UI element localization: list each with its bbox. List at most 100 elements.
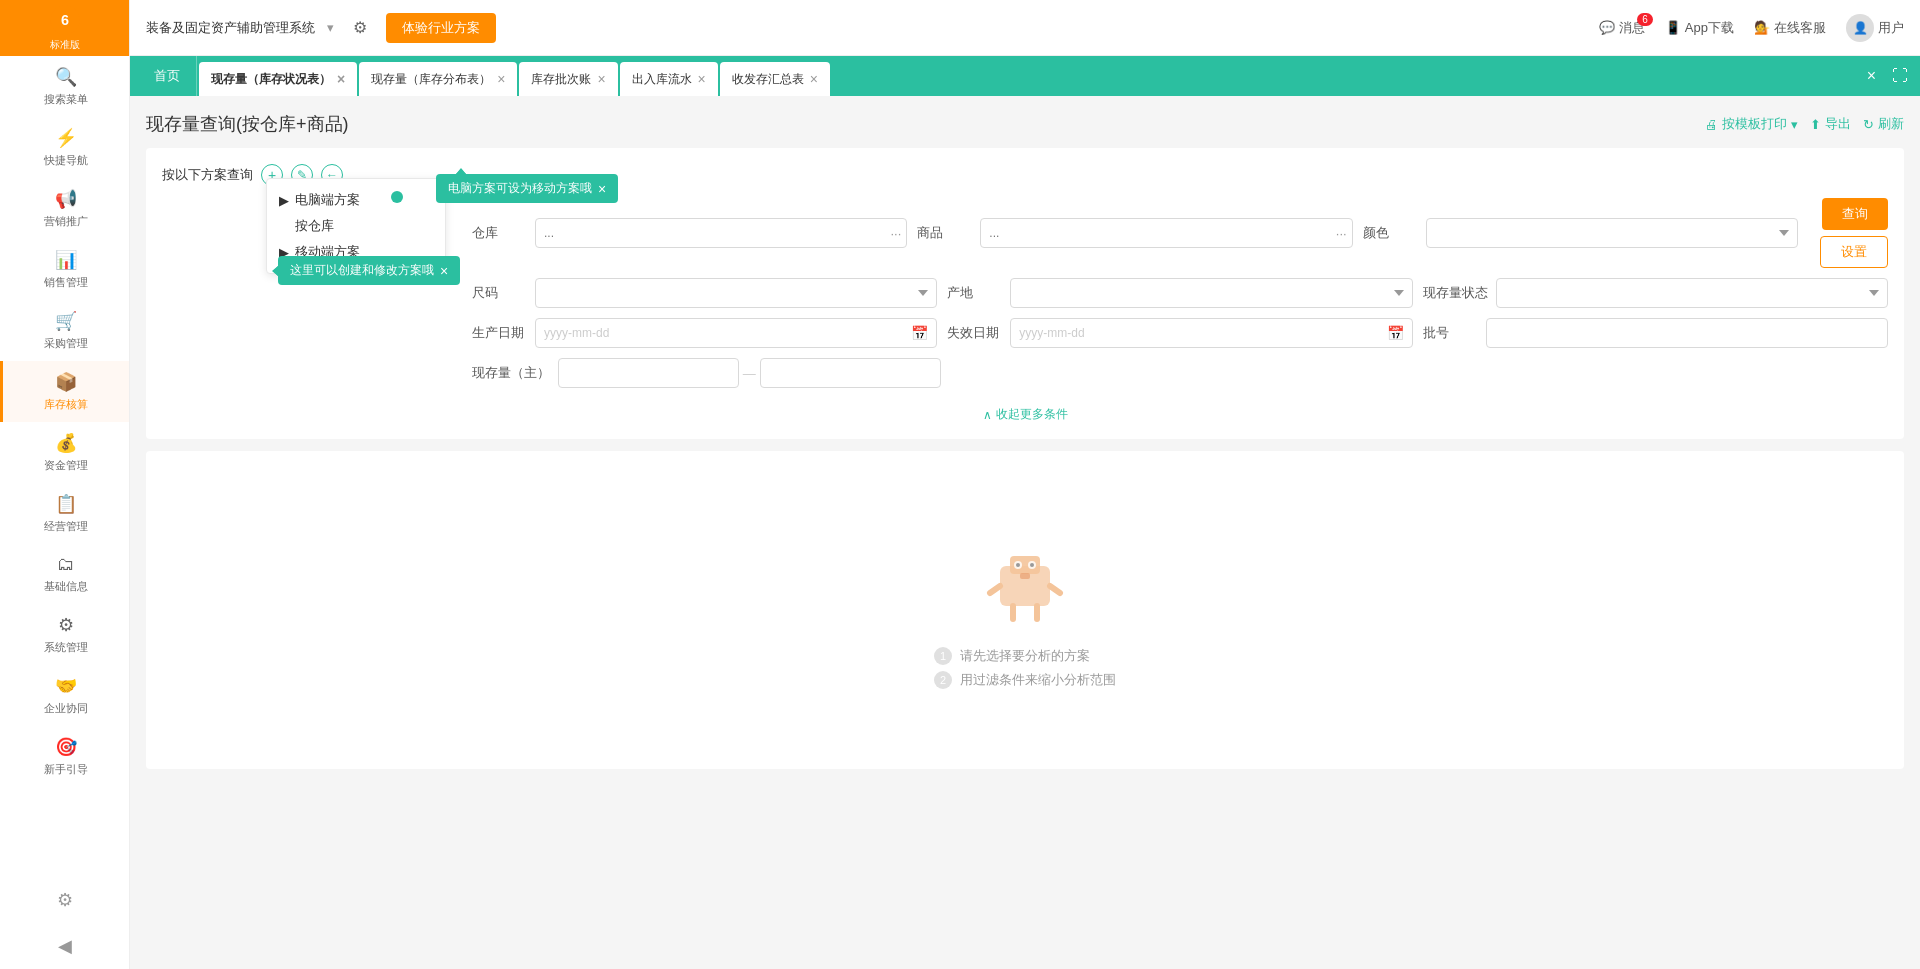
stock-qty-min[interactable] (558, 358, 739, 388)
sidebar-item-marketing[interactable]: 📢 营销推广 (0, 178, 129, 239)
filter-color: 颜色 (1363, 218, 1798, 248)
sidebar-label-search: 搜索菜单 (44, 92, 88, 107)
sidebar-item-system[interactable]: ⚙ 系统管理 (0, 604, 129, 665)
system-dropdown-icon[interactable]: ▾ (327, 20, 334, 35)
sidebar-item-basic[interactable]: 🗂 基础信息 (0, 544, 129, 604)
tab-close-1[interactable]: × (497, 72, 505, 86)
empty-tip-1: 1 请先选择要分析的方案 (934, 647, 1116, 665)
svg-line-9 (990, 586, 1000, 593)
system-icon: ⚙ (58, 614, 74, 636)
tab-close-2[interactable]: × (597, 72, 605, 86)
stock-status-select[interactable] (1496, 278, 1888, 308)
dot-connector (391, 191, 403, 203)
empty-tip-2: 2 用过滤条件来缩小分析范围 (934, 671, 1116, 689)
tab-label-2: 库存批次账 (531, 71, 591, 88)
tab-item-0[interactable]: 现存量（库存状况表） × (199, 62, 357, 96)
stock-qty-range: — (558, 358, 941, 388)
batch-label: 批号 (1423, 324, 1478, 342)
color-label: 颜色 (1363, 224, 1418, 242)
industry-solution-button[interactable]: 体验行业方案 (386, 13, 496, 43)
support-icon: 💁 (1754, 20, 1770, 35)
online-support-button[interactable]: 💁 在线客服 (1754, 19, 1826, 37)
search-icon: 🔍 (55, 66, 77, 88)
enterprise-icon: 🤝 (55, 675, 77, 697)
size-select[interactable] (535, 278, 937, 308)
filter-size: 尺码 (472, 278, 937, 308)
tooltip1-close-btn[interactable]: × (598, 182, 606, 196)
svg-line-10 (1050, 586, 1060, 593)
refresh-button[interactable]: ↻ 刷新 (1863, 115, 1904, 133)
export-button[interactable]: ⬆ 导出 (1810, 115, 1851, 133)
color-select[interactable] (1426, 218, 1798, 248)
sidebar-item-inventory[interactable]: 📦 库存核算 (0, 361, 129, 422)
logo-subtext: 标准版 (50, 38, 80, 52)
batch-input[interactable] (1486, 318, 1888, 348)
sidebar-item-enterprise[interactable]: 🤝 企业协同 (0, 665, 129, 726)
support-label: 在线客服 (1774, 19, 1826, 37)
sidebar: 6 标准版 🔍 搜索菜单 ⚡ 快捷导航 📢 营销推广 📊 销售管理 🛒 采购管理… (0, 0, 130, 969)
stock-qty-sep: — (743, 366, 756, 381)
prod-date-label: 生产日期 (472, 324, 527, 342)
tab-item-3[interactable]: 出入库流水 × (620, 62, 718, 96)
tab-close-all-icon[interactable]: × (1863, 63, 1880, 89)
sidebar-collapse-btn[interactable]: ◀ (0, 923, 129, 969)
sidebar-label-system: 系统管理 (44, 640, 88, 655)
sidebar-label-enterprise: 企业协同 (44, 701, 88, 716)
sidebar-item-quicknav[interactable]: ⚡ 快捷导航 (0, 117, 129, 178)
tab-label-3: 出入库流水 (632, 71, 692, 88)
tooltip1-text: 电脑方案可设为移动方案哦 (448, 180, 592, 197)
top-right-section: 💬 消息 6 📱 App下载 💁 在线客服 👤 用户 (1599, 14, 1904, 42)
product-input[interactable] (980, 218, 1352, 248)
sidebar-item-finance[interactable]: 💰 资金管理 (0, 422, 129, 483)
sidebar-label-operations: 经营管理 (44, 519, 88, 534)
sidebar-settings-btn[interactable]: ⚙ (0, 877, 129, 923)
tab-item-1[interactable]: 现存量（库存分布表） × (359, 62, 517, 96)
collapse-up-icon: ∧ (983, 408, 992, 422)
system-name-label: 装备及固定资产辅助管理系统 (146, 19, 315, 37)
tab-close-0[interactable]: × (337, 72, 345, 86)
scheme-tree-pc-sub[interactable]: 按仓库 (267, 213, 445, 239)
prod-date-placeholder: yyyy-mm-dd (544, 326, 609, 340)
filter-row-2: 尺码 产地 现存量状态 (472, 278, 1888, 308)
product-dots-icon: ··· (1336, 226, 1347, 241)
stock-qty-max[interactable] (760, 358, 941, 388)
sidebar-item-purchase[interactable]: 🛒 采购管理 (0, 300, 129, 361)
tab-home[interactable]: 首页 (138, 56, 197, 96)
user-profile-button[interactable]: 👤 用户 (1846, 14, 1904, 42)
tooltip-create-scheme: 这里可以创建和修改方案哦 × (278, 256, 460, 285)
empty-illustration (975, 531, 1075, 631)
scheme-pc-label: 电脑端方案 (295, 191, 360, 209)
warehouse-input[interactable] (535, 218, 907, 248)
filter-stock-qty: 现存量（主） — (472, 358, 941, 388)
prod-date-input[interactable]: yyyy-mm-dd 📅 (535, 318, 937, 348)
collapse-bar[interactable]: ∧ 收起更多条件 (162, 398, 1888, 423)
origin-select[interactable] (1010, 278, 1412, 308)
messages-button[interactable]: 💬 消息 6 (1599, 19, 1645, 37)
tab-item-2[interactable]: 库存批次账 × (519, 62, 617, 96)
tab-close-4[interactable]: × (810, 72, 818, 86)
app-download-button[interactable]: 📱 App下载 (1665, 19, 1734, 37)
query-button[interactable]: 查询 (1822, 198, 1888, 230)
sidebar-item-sales[interactable]: 📊 销售管理 (0, 239, 129, 300)
export-label: 导出 (1825, 115, 1851, 133)
tooltip2-close-btn[interactable]: × (440, 264, 448, 278)
settings-gear-button[interactable]: ⚙ (346, 14, 374, 42)
scheme-tree-pc[interactable]: ▶ 电脑端方案 (267, 187, 445, 213)
product-label: 商品 (917, 224, 972, 242)
sidebar-item-search[interactable]: 🔍 搜索菜单 (0, 56, 129, 117)
tip-num-1: 1 (934, 647, 952, 665)
collapse-label: 收起更多条件 (996, 406, 1068, 423)
tab-item-4[interactable]: 收发存汇总表 × (720, 62, 830, 96)
filter-header-label: 按以下方案查询 (162, 166, 253, 184)
sidebar-item-operations[interactable]: 📋 经营管理 (0, 483, 129, 544)
exp-date-input[interactable]: yyyy-mm-dd 📅 (1010, 318, 1412, 348)
tab-fullscreen-icon[interactable]: ⛶ (1888, 63, 1912, 89)
scheme-pc-sub-label: 按仓库 (295, 217, 334, 235)
data-table-area: 1 请先选择要分析的方案 2 用过滤条件来缩小分析范围 (146, 451, 1904, 769)
sidebar-item-guide[interactable]: 🎯 新手引导 (0, 726, 129, 787)
reset-button[interactable]: 设置 (1820, 236, 1888, 268)
tab-close-3[interactable]: × (698, 72, 706, 86)
stock-qty-label: 现存量（主） (472, 364, 550, 382)
print-template-button[interactable]: 🖨 按模板打印 ▾ (1705, 115, 1798, 133)
tooltip2-text: 这里可以创建和修改方案哦 (290, 262, 434, 279)
